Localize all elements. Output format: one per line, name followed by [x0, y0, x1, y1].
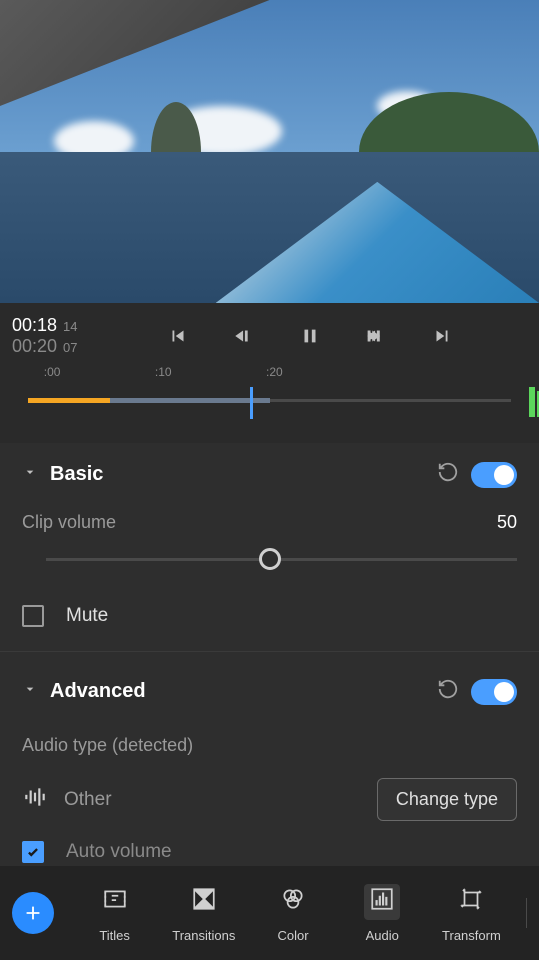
nav-label: Transform: [442, 928, 501, 943]
total-time: 00:20: [12, 336, 57, 357]
add-button[interactable]: [12, 892, 54, 934]
time-display: 00:18 14 00:20 07: [12, 315, 92, 357]
video-preview[interactable]: [0, 0, 539, 303]
clip-volume-label: Clip volume: [22, 512, 485, 533]
audio-panel: Basic Clip volume 50 Mute Advanced Audio…: [0, 443, 539, 866]
nav-transitions[interactable]: Transitions: [161, 876, 246, 951]
auto-volume-label: Auto volume: [66, 841, 172, 863]
advanced-toggle[interactable]: [471, 679, 517, 705]
auto-volume-checkbox[interactable]: [22, 841, 44, 863]
nav-label: Audio: [366, 928, 399, 943]
color-icon: [280, 886, 306, 917]
ruler-tick: :20: [266, 365, 283, 379]
bottom-nav: Titles Transitions Color Audio Transform: [0, 866, 539, 960]
pause-icon[interactable]: [296, 322, 324, 350]
clip-volume-value: 50: [497, 512, 517, 533]
audio-meter: [529, 387, 535, 417]
timeline[interactable]: :00 :10 :20: [0, 365, 539, 425]
basic-section-header[interactable]: Basic: [0, 443, 539, 506]
basic-toggle[interactable]: [471, 462, 517, 488]
nav-label: Transitions: [172, 928, 235, 943]
track-active: [28, 398, 110, 403]
change-type-button[interactable]: Change type: [377, 778, 517, 821]
basic-title: Basic: [50, 463, 425, 486]
undo-icon[interactable]: [437, 678, 459, 705]
current-time: 00:18: [12, 315, 57, 336]
playback-controls: 00:18 14 00:20 07: [0, 303, 539, 443]
advanced-title: Advanced: [50, 680, 425, 703]
clip-volume-slider[interactable]: [22, 547, 517, 571]
audio-type-detected-label: Audio type (detected): [22, 735, 517, 756]
audio-icon: [369, 886, 395, 917]
transitions-icon: [191, 886, 217, 917]
nav-titles[interactable]: Titles: [72, 876, 157, 951]
playhead[interactable]: [250, 387, 253, 419]
step-forward-icon[interactable]: [362, 322, 390, 350]
ruler-tick: :10: [155, 365, 172, 379]
mute-checkbox[interactable]: [22, 605, 44, 627]
step-back-icon[interactable]: [230, 322, 258, 350]
nav-label: Color: [277, 928, 308, 943]
nav-transform[interactable]: Transform: [429, 876, 514, 951]
total-frames: 07: [63, 340, 77, 355]
mute-label: Mute: [66, 605, 108, 627]
transform-icon: [458, 886, 484, 917]
nav-separator: [526, 898, 527, 928]
undo-icon[interactable]: [437, 461, 459, 488]
ruler-tick: :00: [44, 365, 61, 379]
nav-color[interactable]: Color: [250, 876, 335, 951]
skip-forward-icon[interactable]: [428, 322, 456, 350]
audio-type-value: Other: [64, 789, 361, 811]
advanced-section-header[interactable]: Advanced: [0, 660, 539, 723]
current-frames: 14: [63, 319, 77, 334]
skip-back-icon[interactable]: [164, 322, 192, 350]
chevron-down-icon: [22, 681, 38, 702]
chevron-down-icon: [22, 464, 38, 485]
titles-icon: [102, 886, 128, 917]
divider: [0, 651, 539, 652]
audio-waveform-icon: [22, 784, 48, 815]
nav-audio[interactable]: Audio: [340, 876, 425, 951]
nav-label: Titles: [99, 928, 130, 943]
ruler-labels: :00 :10 :20: [28, 365, 511, 379]
